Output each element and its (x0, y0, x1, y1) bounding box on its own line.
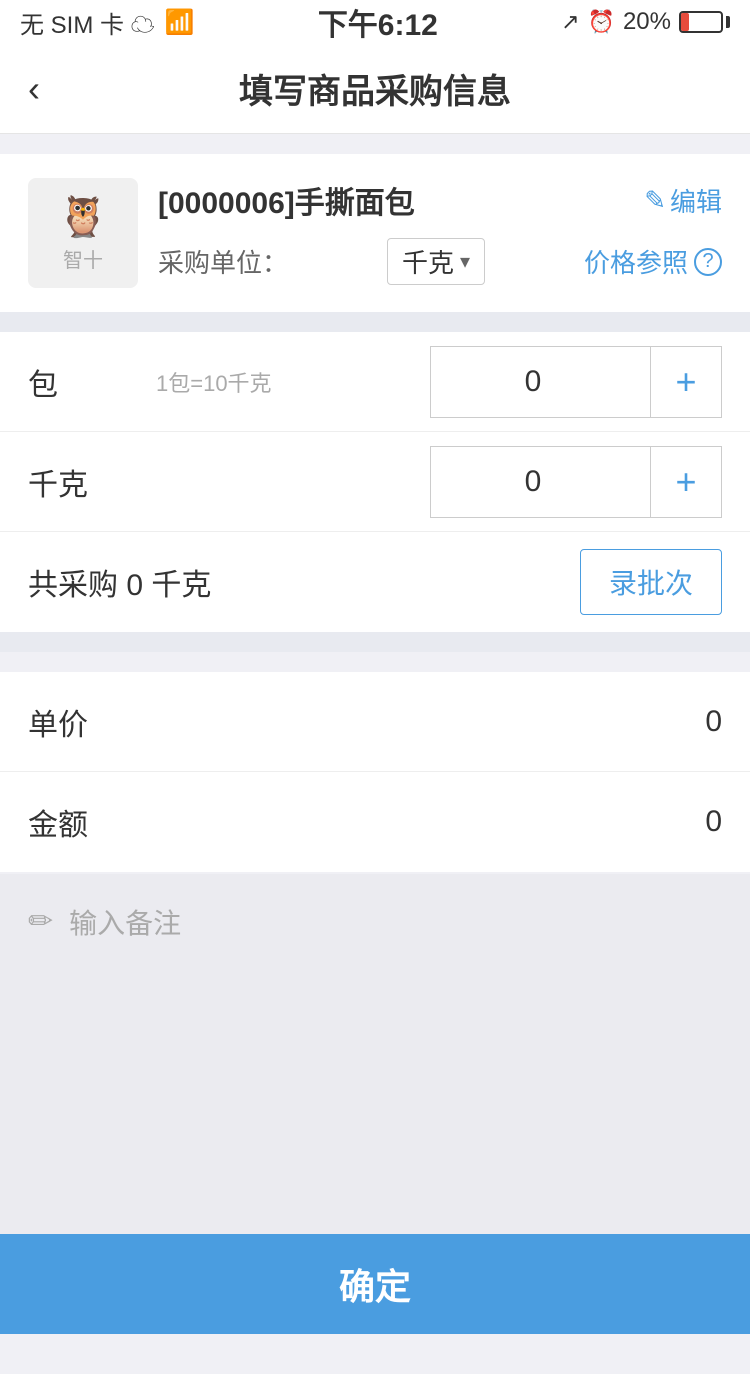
chevron-down-icon: ▾ (460, 249, 470, 274)
edit-icon: ✎ (644, 185, 666, 216)
kg-input-row: 千克 + (0, 432, 750, 532)
bao-plus-button[interactable]: + (650, 346, 722, 418)
page-title: 填写商品采购信息 (239, 64, 511, 113)
unit-row: 采购单位： 千克 ▾ 价格参照 ? (158, 238, 722, 285)
price-ref-label: 价格参照 (584, 243, 688, 280)
unit-price-label: 单价 (28, 700, 88, 744)
bao-input[interactable] (430, 346, 650, 418)
divider-2 (0, 632, 750, 652)
location-icon: ↗ (561, 9, 579, 35)
bao-sublabel: 1包=10千克 (156, 366, 430, 398)
content-area (0, 994, 750, 1274)
kg-field-wrap: + (430, 446, 722, 518)
info-section: 单价 0 金额 0 (0, 672, 750, 872)
product-thumb-label: 智十 (63, 244, 103, 273)
status-bar: 无 SIM 卡 ☁ 📶 下午6:12 ↗ ⏰ 20% (0, 0, 750, 44)
confirm-button[interactable]: 确定 (0, 1234, 750, 1334)
owl-icon: 🦉 (58, 193, 108, 240)
status-left: 无 SIM 卡 ☁ 📶 (20, 5, 195, 40)
divider-1 (0, 312, 750, 332)
bao-input-row: 包 1包=10千克 + (0, 332, 750, 432)
unit-select[interactable]: 千克 ▾ (387, 238, 485, 285)
product-name-row: [0000006]手撕面包 ✎ 编辑 (158, 178, 722, 222)
page-header: ‹ 填写商品采购信息 (0, 44, 750, 134)
kg-plus-button[interactable]: + (650, 446, 722, 518)
product-thumbnail: 🦉 智十 (28, 178, 138, 288)
product-card: 🦉 智十 [0000006]手撕面包 ✎ 编辑 采购单位： 千克 ▾ 价格参照 … (0, 154, 750, 312)
kg-input[interactable] (430, 446, 650, 518)
amount-value: 0 (705, 805, 722, 839)
alarm-icon: ⏰ (588, 9, 615, 35)
status-right: ↗ ⏰ 20% (561, 8, 730, 36)
wifi-icon: 📶 (165, 8, 195, 37)
unit-price-row: 单价 0 (0, 672, 750, 772)
input-section: 包 1包=10千克 + 千克 + (0, 332, 750, 532)
unit-price-value: 0 (705, 705, 722, 739)
amount-row: 金额 0 (0, 772, 750, 872)
back-button[interactable]: ‹ (28, 68, 40, 110)
kg-label: 千克 (28, 460, 148, 504)
summary-text: 共采购 0 千克 (28, 560, 211, 604)
bao-field-wrap: + (430, 346, 722, 418)
note-placeholder: 输入备注 (69, 902, 181, 942)
bao-label: 包 (28, 360, 148, 404)
price-ref-button[interactable]: 价格参照 ? (584, 243, 722, 280)
amount-label: 金额 (28, 800, 88, 844)
batch-button[interactable]: 录批次 (580, 549, 722, 615)
pencil-icon: ✏ (28, 904, 53, 939)
status-time: 下午6:12 (318, 0, 438, 44)
product-info: [0000006]手撕面包 ✎ 编辑 采购单位： 千克 ▾ 价格参照 ? (158, 178, 722, 285)
edit-button[interactable]: ✎ 编辑 (644, 182, 722, 219)
battery-icon (679, 11, 730, 33)
info-icon: ? (694, 248, 722, 276)
edit-label: 编辑 (670, 182, 722, 219)
product-name: [0000006]手撕面包 (158, 178, 415, 222)
unit-value: 千克 (402, 243, 454, 280)
battery-label: 20% (623, 8, 671, 36)
summary-row: 共采购 0 千克 录批次 (0, 532, 750, 632)
no-sim-label: 无 SIM 卡 ☁ (20, 5, 155, 40)
unit-label: 采购单位： (158, 243, 288, 280)
note-section[interactable]: ✏ 输入备注 (0, 874, 750, 994)
